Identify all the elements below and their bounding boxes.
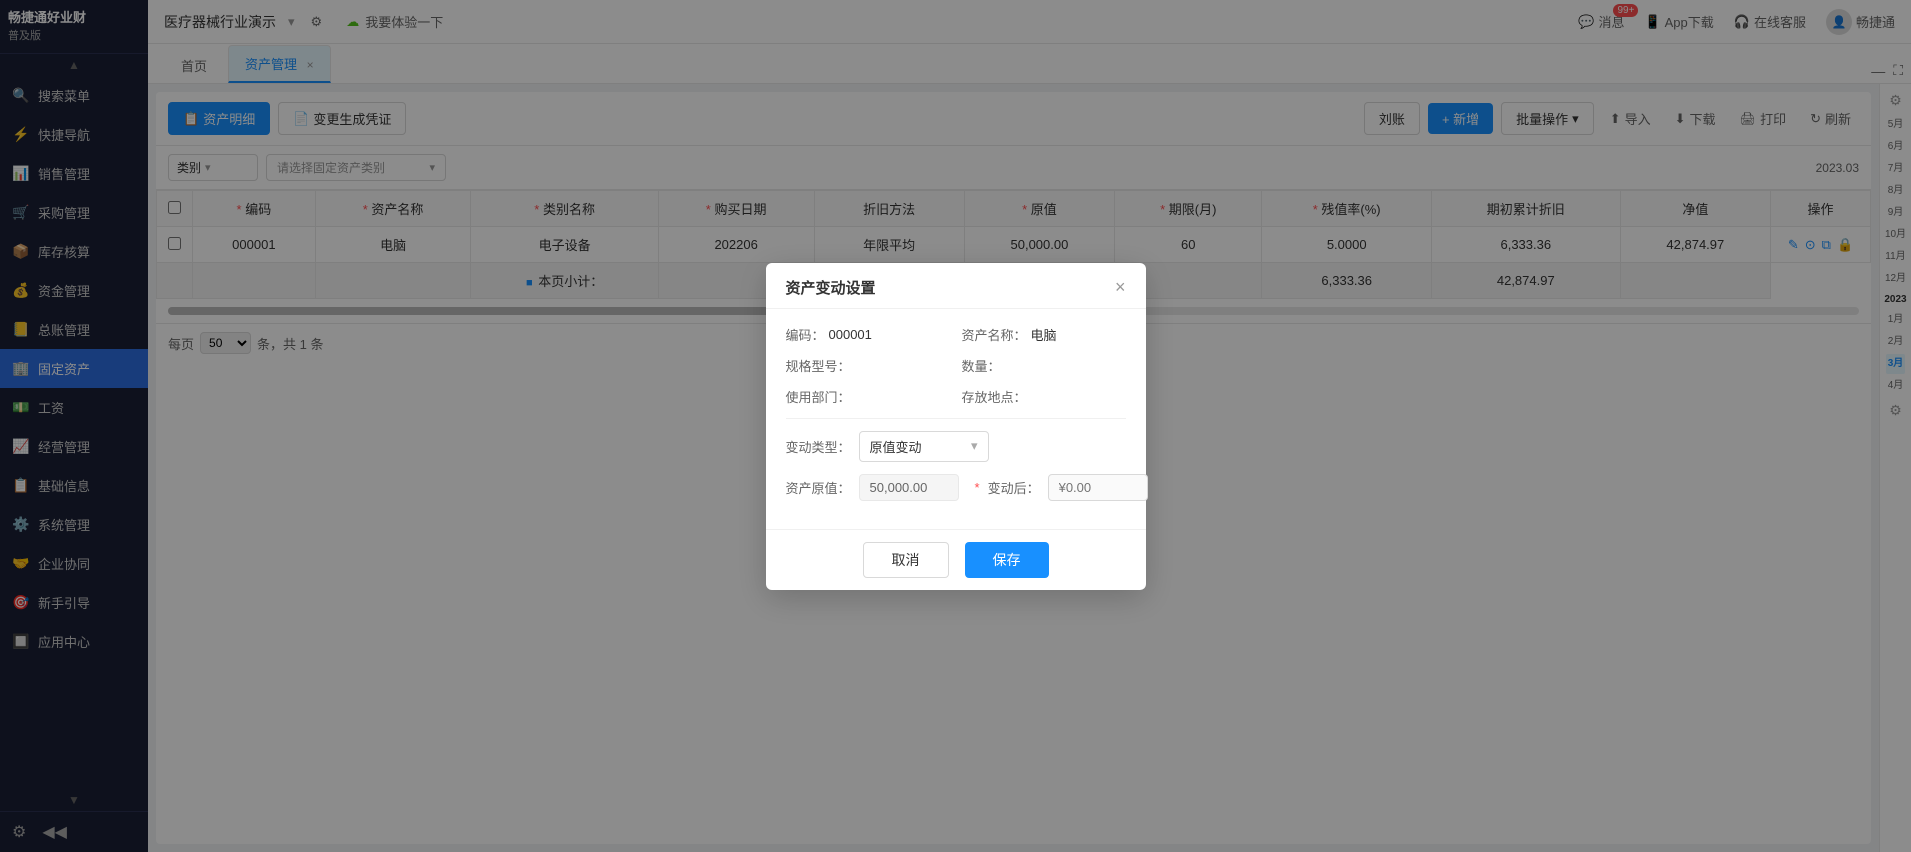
modal-title: 资产变动设置 [786,277,876,298]
modal-qty-col: 数量： [962,356,1126,375]
modal-divider [786,418,1126,419]
change-type-label: 变动类型： [786,437,851,456]
asset-name-label: 资产名称： [962,325,1027,344]
modal-name-col: 资产名称： 电脑 [962,325,1126,344]
modal-footer: 取消 保存 [766,529,1146,590]
quantity-label: 数量： [962,356,1001,375]
location-label: 存放地点： [962,387,1027,406]
modal-close-btn[interactable]: × [1115,278,1126,296]
modal-row-code-name: 编码： 000001 资产名称： 电脑 [786,325,1126,344]
asset-change-modal: 资产变动设置 × 编码： 000001 资产名称： 电脑 规格型号： [766,263,1146,590]
change-type-value: 原值变动 [870,437,922,456]
original-value-label: 资产原值： [786,478,851,497]
modal-loc-col: 存放地点： [962,387,1126,406]
modal-overlay: 资产变动设置 × 编码： 000001 资产名称： 电脑 规格型号： [0,0,1911,852]
save-button[interactable]: 保存 [965,542,1049,578]
after-change-input[interactable] [1048,474,1148,501]
modal-row-dept-loc: 使用部门： 存放地点： [786,387,1126,406]
spec-label: 规格型号： [786,356,851,375]
change-type-dropdown-icon: ▾ [971,438,978,454]
modal-dept-col: 使用部门： [786,387,950,406]
asset-name-value: 电脑 [1031,325,1057,344]
after-change-label: 变动后： [988,478,1040,497]
modal-body: 编码： 000001 资产名称： 电脑 规格型号： 数量： [766,309,1146,529]
modal-change-type-row: 变动类型： 原值变动 ▾ [786,431,1126,462]
change-type-select[interactable]: 原值变动 ▾ [859,431,989,462]
cancel-button[interactable]: 取消 [863,542,949,578]
modal-row-spec-qty: 规格型号： 数量： [786,356,1126,375]
modal-spec-col: 规格型号： [786,356,950,375]
original-value-display: 50,000.00 [859,474,959,501]
code-label: 编码： [786,325,825,344]
department-label: 使用部门： [786,387,851,406]
modal-header: 资产变动设置 × [766,263,1146,309]
after-change-required-star: * [975,480,980,495]
code-value: 000001 [829,327,872,342]
modal-code-col: 编码： 000001 [786,325,950,344]
modal-value-row: 资产原值： 50,000.00 * 变动后： [786,474,1126,501]
